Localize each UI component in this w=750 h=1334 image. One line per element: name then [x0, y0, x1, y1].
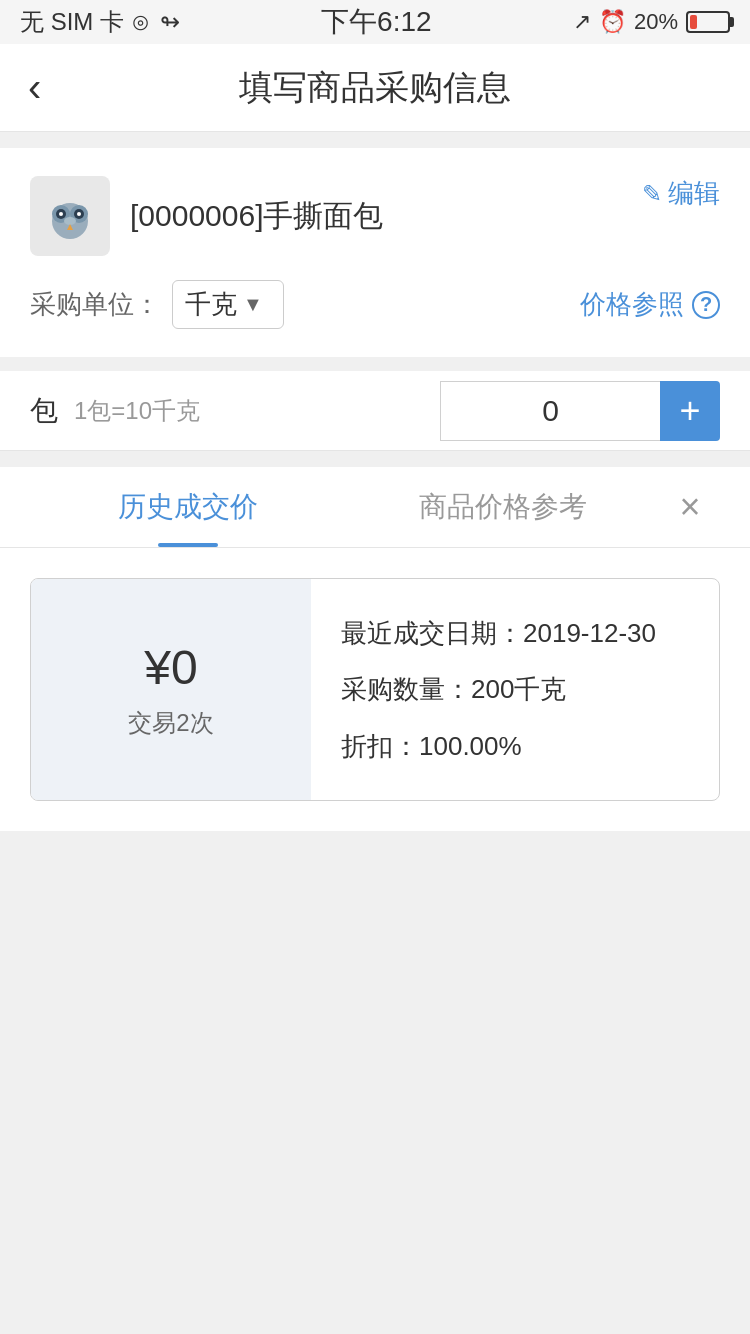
history-price: ¥0 — [144, 640, 197, 695]
product-image — [30, 176, 110, 256]
quantity-plus-button[interactable]: + — [660, 381, 720, 441]
unit-value: 千克 — [185, 287, 237, 322]
tab2-label: 商品价格参考 — [419, 488, 587, 526]
unit-label: 采购单位： — [30, 287, 160, 322]
sim-text: 无 SIM 卡 ⊙ — [20, 6, 150, 38]
product-left: [0000006]手撕面包 — [30, 176, 383, 256]
status-time: 下午6:12 — [321, 3, 432, 41]
battery-icon — [686, 11, 730, 33]
qty-value: 200千克 — [471, 674, 566, 704]
svg-point-6 — [77, 212, 81, 216]
tab-product-price-ref[interactable]: 商品价格参考 — [345, 467, 660, 547]
history-discount-row: 折扣：100.00% — [341, 728, 689, 764]
product-name: [0000006]手撕面包 — [130, 196, 383, 237]
history-trades: 交易2次 — [128, 707, 213, 739]
tab-history-price[interactable]: 历史成交价 — [30, 467, 345, 547]
svg-point-5 — [59, 212, 63, 216]
history-qty-row: 采购数量：200千克 — [341, 671, 689, 707]
history-card: ¥0 交易2次 最近成交日期：2019-12-30 采购数量：200千克 折扣：… — [30, 578, 720, 801]
chevron-down-icon: ▼ — [243, 293, 263, 316]
unit-select[interactable]: 千克 ▼ — [172, 280, 284, 329]
history-content: ¥0 交易2次 最近成交日期：2019-12-30 采购数量：200千克 折扣：… — [0, 548, 750, 831]
battery-percent: 20% — [634, 9, 678, 35]
back-button[interactable]: ‹ — [28, 65, 41, 110]
history-details: 最近成交日期：2019-12-30 采购数量：200千克 折扣：100.00% — [311, 579, 719, 800]
date-value: 2019-12-30 — [523, 618, 656, 648]
location-icon: ↗ — [573, 9, 591, 35]
date-label: 最近成交日期： — [341, 618, 523, 648]
status-right: ↗ ⏰ 20% — [573, 9, 730, 35]
edit-button[interactable]: ✎ 编辑 — [642, 176, 720, 211]
product-header: [0000006]手撕面包 ✎ 编辑 — [30, 176, 720, 256]
qty-label: 采购数量： — [341, 674, 471, 704]
wifi-icon: ↬ — [160, 8, 180, 36]
unit-left: 采购单位： 千克 ▼ — [30, 280, 284, 329]
tab1-label: 历史成交价 — [118, 488, 258, 526]
quantity-controls: 0 + — [440, 381, 720, 441]
status-left: 无 SIM 卡 ⊙ ↬ — [20, 6, 180, 38]
discount-label: 折扣： — [341, 731, 419, 761]
svg-point-7 — [64, 217, 76, 225]
price-ref-label: 价格参照 — [580, 287, 684, 322]
history-date-row: 最近成交日期：2019-12-30 — [341, 615, 689, 651]
edit-label: 编辑 — [668, 176, 720, 211]
page-title: 填写商品采购信息 — [239, 65, 511, 111]
edit-icon: ✎ — [642, 180, 662, 208]
discount-value: 100.00% — [419, 731, 522, 761]
section-divider — [0, 357, 750, 371]
quantity-value: 0 — [542, 394, 559, 428]
tab-section: 历史成交价 商品价格参考 × ¥0 交易2次 最近成交日期：2019-12-30 — [0, 467, 750, 831]
tab-close-button[interactable]: × — [660, 467, 720, 547]
tab-header: 历史成交价 商品价格参考 × — [0, 467, 750, 548]
price-ref-button[interactable]: 价格参照 ? — [580, 287, 720, 322]
product-unit-row: 采购单位： 千克 ▼ 价格参照 ? — [30, 280, 720, 329]
info-icon: ? — [692, 291, 720, 319]
quantity-input[interactable]: 0 — [440, 381, 660, 441]
nav-bar: ‹ 填写商品采购信息 — [0, 44, 750, 132]
unit-desc: 1包=10千克 — [74, 395, 200, 427]
alarm-icon: ⏰ — [599, 9, 626, 35]
status-bar: 无 SIM 卡 ⊙ ↬ 下午6:12 ↗ ⏰ 20% — [0, 0, 750, 44]
unit-type-label: 包 — [30, 392, 58, 430]
quantity-row: 包 1包=10千克 0 + — [0, 371, 750, 451]
quantity-label: 包 1包=10千克 — [30, 392, 200, 430]
product-card: [0000006]手撕面包 ✎ 编辑 采购单位： 千克 ▼ 价格参照 ? — [0, 148, 750, 357]
history-price-section: ¥0 交易2次 — [31, 579, 311, 800]
